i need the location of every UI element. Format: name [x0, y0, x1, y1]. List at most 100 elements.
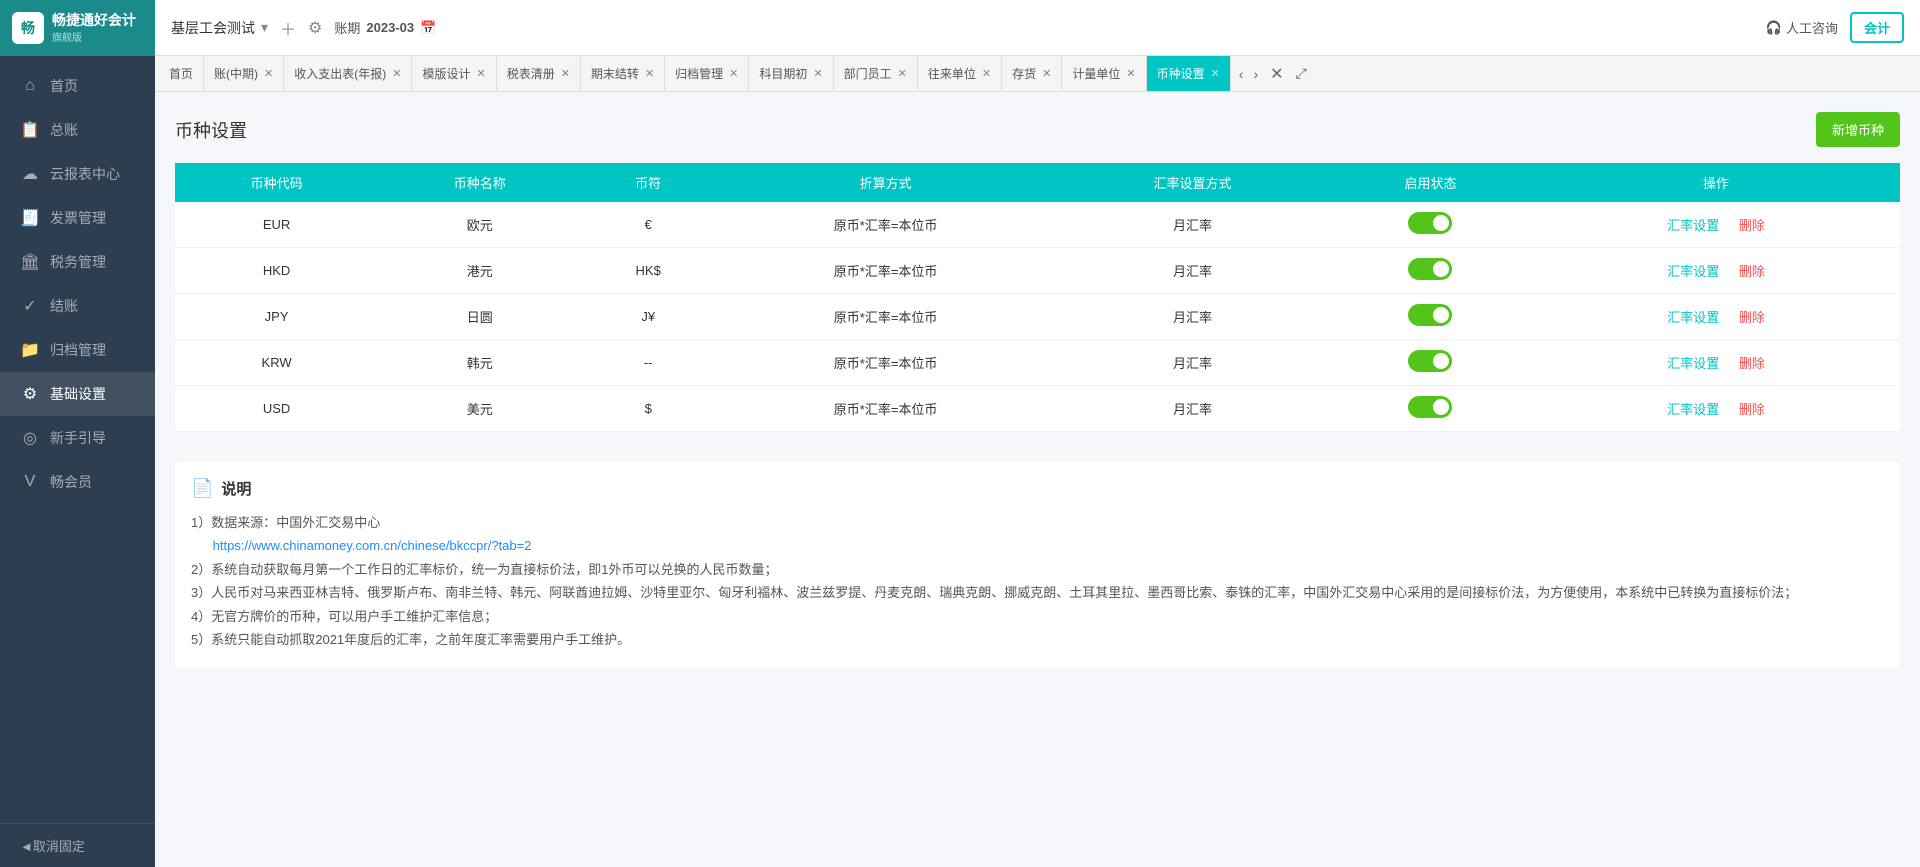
nav-icon-invoice: 🧾 [20, 208, 40, 228]
tab-currency[interactable]: 币种设置✕ [1147, 56, 1231, 92]
tab-close-income[interactable]: ✕ [392, 67, 401, 80]
delete-link-JPY[interactable]: 删除 [1739, 310, 1765, 325]
cell-enabled [1329, 248, 1532, 294]
cell-enabled [1329, 294, 1532, 340]
sidebar-item-settings[interactable]: ⚙基础设置 [0, 372, 155, 416]
cell-actions: 汇率设置 删除 [1532, 340, 1900, 386]
tab-label-customer: 往来单位 [928, 65, 976, 82]
toggle-enabled-JPY[interactable] [1408, 304, 1452, 326]
sidebar-item-ledger[interactable]: 📋总账 [0, 108, 155, 152]
delete-link-HKD[interactable]: 删除 [1739, 264, 1765, 279]
delete-link-KRW[interactable]: 删除 [1739, 356, 1765, 371]
tab-close-customer[interactable]: ✕ [982, 67, 991, 80]
cell-code: EUR [175, 202, 378, 248]
tab-close-currency[interactable]: ✕ [1211, 67, 1220, 80]
cell-symbol: $ [581, 386, 715, 432]
tab-tax[interactable]: 税表清册 ✕ [497, 56, 581, 92]
tab-close-department[interactable]: ✕ [898, 67, 907, 80]
toggle-enabled-EUR[interactable] [1408, 212, 1452, 234]
tab-close-archive[interactable]: ✕ [729, 67, 738, 80]
tab-customer[interactable]: 往来单位 ✕ [918, 56, 1002, 92]
cell-actions: 汇率设置 删除 [1532, 386, 1900, 432]
cell-enabled [1329, 202, 1532, 248]
tab-period_end[interactable]: 期末结转 ✕ [581, 56, 665, 92]
tab-close-period[interactable]: ✕ [264, 67, 273, 80]
sidebar-item-member[interactable]: V 畅会员 [0, 460, 155, 504]
content-area: 币种设置 新增币种 币种代码币种名称币符折算方式汇率设置方式启用状态操作 EUR… [155, 92, 1920, 867]
cell-actions: 汇率设置 删除 [1532, 294, 1900, 340]
nav-icon-tax: 🏛 [20, 252, 40, 272]
service-button[interactable]: 🎧 人工咨询 [1766, 18, 1838, 37]
nav-icon-ledger: 📋 [20, 120, 40, 140]
tab-close-period_end[interactable]: ✕ [645, 67, 654, 80]
tab-close-subject[interactable]: ✕ [813, 67, 822, 80]
delete-link-EUR[interactable]: 删除 [1739, 218, 1765, 233]
nav-icon-member: V [20, 473, 40, 491]
sidebar-item-guide[interactable]: ◎新手引导 [0, 416, 155, 460]
tab-expand-button[interactable]: ⤢ [1292, 63, 1311, 84]
calendar-icon[interactable]: 📅 [420, 20, 436, 36]
sidebar-item-tax[interactable]: 🏛税务管理 [0, 240, 155, 284]
topbar: 基层工会测试 ▾ ＋ ⚙ 账期 2023-03 📅 🎧 人工咨询 会计 [155, 0, 1920, 56]
tab-income[interactable]: 收入支出表(年报)✕ [284, 56, 412, 92]
toggle-enabled-KRW[interactable] [1408, 350, 1452, 372]
page-title: 币种设置 [175, 117, 247, 143]
sidebar-item-home[interactable]: ⌂首页 [0, 64, 155, 108]
new-currency-button[interactable]: 新增币种 [1816, 112, 1900, 147]
cell-code: USD [175, 386, 378, 432]
tab-archive[interactable]: 归档管理✕ [665, 56, 749, 92]
notes-item: 4）无官方牌价的币种，可以用户手工维护汇率信息； [191, 605, 1884, 628]
tab-department[interactable]: 部门员工✕ [834, 56, 918, 92]
rate-setting-link-USD[interactable]: 汇率设置 [1667, 402, 1719, 417]
topbar-settings-icon[interactable]: ⚙ [308, 18, 322, 38]
rate-setting-link-EUR[interactable]: 汇率设置 [1667, 218, 1719, 233]
page-header: 币种设置 新增币种 [175, 112, 1900, 147]
rate-setting-link-KRW[interactable]: 汇率设置 [1667, 356, 1719, 371]
tab-next-button[interactable]: › [1249, 64, 1262, 84]
company-dropdown-icon[interactable]: ▾ [261, 19, 268, 36]
nav-icon-archive: 📁 [20, 340, 40, 360]
tab-label-tax: 税表清册 [507, 65, 555, 82]
tab-home[interactable]: 首页 [159, 56, 204, 92]
tab-prev-button[interactable]: ‹ [1235, 64, 1248, 84]
rate-setting-link-HKD[interactable]: 汇率设置 [1667, 264, 1719, 279]
company-name[interactable]: 基层工会测试 ▾ [171, 18, 268, 38]
rate-setting-link-JPY[interactable]: 汇率设置 [1667, 310, 1719, 325]
cell-rate-type: 月汇率 [1056, 386, 1329, 432]
sidebar-item-checkout[interactable]: ✓结账 [0, 284, 155, 328]
tab-unit[interactable]: 计量单位✕ [1062, 56, 1146, 92]
tab-inventory[interactable]: 存货✕ [1002, 56, 1062, 92]
tab-close-inventory[interactable]: ✕ [1042, 67, 1051, 80]
cell-symbol: HK$ [581, 248, 715, 294]
kuaiji-button[interactable]: 会计 [1850, 12, 1904, 43]
sidebar-pin-toggle[interactable]: ◄取消固定 [0, 823, 155, 867]
cell-code: JPY [175, 294, 378, 340]
sidebar-item-invoice[interactable]: 🧾发票管理 [0, 196, 155, 240]
notes-item: 1）数据来源：中国外汇交易中心 [191, 511, 1884, 534]
cell-rate-type: 月汇率 [1056, 248, 1329, 294]
tab-subject[interactable]: 科目期初✕ [749, 56, 833, 92]
tab-close-unit[interactable]: ✕ [1126, 67, 1135, 80]
nav-label-member: 畅会员 [50, 472, 92, 492]
nav-icon-reports: ☁ [20, 164, 40, 184]
tab-close-template[interactable]: ✕ [476, 67, 485, 80]
table-row: USD 美元 $ 原币*汇率=本位币 月汇率 汇率设置 删除 [175, 386, 1900, 432]
nav-icon-checkout: ✓ [20, 296, 40, 316]
toggle-enabled-USD[interactable] [1408, 396, 1452, 418]
tab-label-period_end: 期末结转 [591, 65, 639, 82]
topbar-add-icon[interactable]: ＋ [280, 16, 296, 40]
tab-close-all-button[interactable]: ✕ [1264, 62, 1289, 86]
notes-icon: 📄 [191, 478, 213, 499]
toggle-enabled-HKD[interactable] [1408, 258, 1452, 280]
sidebar-item-reports[interactable]: ☁云报表中心 [0, 152, 155, 196]
cell-method: 原币*汇率=本位币 [715, 386, 1056, 432]
notes-title: 📄 说明 [191, 478, 1884, 499]
cell-rate-type: 月汇率 [1056, 340, 1329, 386]
nav-icon-settings: ⚙ [20, 384, 40, 404]
tab-template[interactable]: 模版设计✕ [412, 56, 496, 92]
delete-link-USD[interactable]: 删除 [1739, 402, 1765, 417]
notes-link[interactable]: https://www.chinamoney.com.cn/chinese/bk… [213, 538, 532, 553]
sidebar-item-archive[interactable]: 📁归档管理 [0, 328, 155, 372]
tab-period[interactable]: 账(中期)✕ [204, 56, 284, 92]
tab-close-tax[interactable]: ✕ [561, 67, 570, 80]
